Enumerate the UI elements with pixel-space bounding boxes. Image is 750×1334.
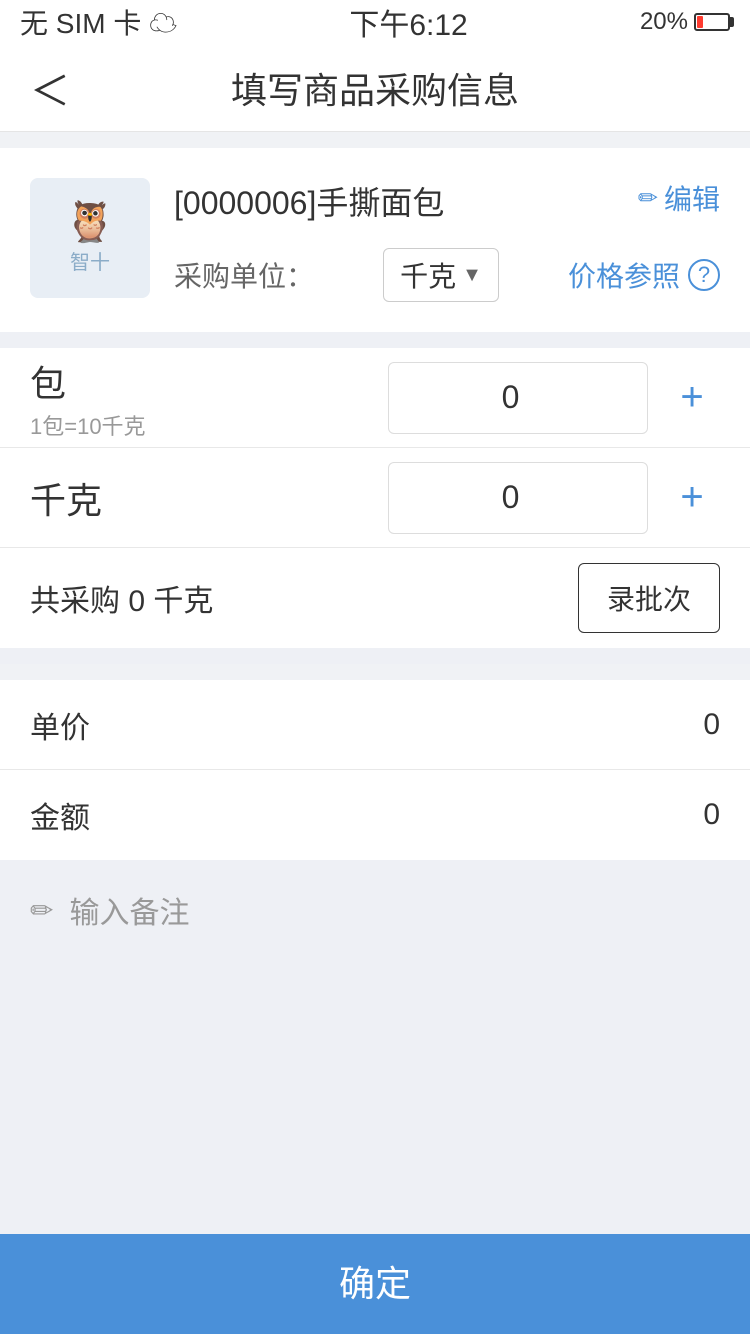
- product-card: 🦉 智十 [0000006]手撕面包 ✏ 编辑 采购单位： 千克 ▼ 价格参照 …: [0, 148, 750, 332]
- price-info-section: 单价 0 金额 0: [0, 680, 750, 860]
- record-batch-button[interactable]: 录批次: [578, 563, 720, 633]
- unit-row: 采购单位： 千克 ▼ 价格参照 ?: [174, 248, 720, 302]
- edit-button[interactable]: ✏ 编辑: [638, 178, 720, 218]
- edit-label: 编辑: [664, 178, 720, 218]
- product-id: [0000006]: [174, 185, 316, 221]
- bag-input-wrap: +: [150, 362, 720, 434]
- kg-label-area: 千克: [30, 472, 150, 524]
- amount-label: 金额: [30, 793, 90, 837]
- battery-percent: 20%: [640, 8, 688, 36]
- unit-value: 千克: [400, 255, 456, 295]
- bag-sublabel: 1包=10千克: [30, 409, 150, 441]
- confirm-button[interactable]: 确定: [0, 1234, 750, 1334]
- amount-row: 金额 0: [0, 770, 750, 860]
- remark-section[interactable]: ✏ 输入备注: [0, 860, 750, 960]
- status-signal: 无 SIM 卡 ☁: [20, 2, 177, 42]
- price-ref-label: 价格参照: [568, 255, 680, 295]
- status-time: 下午6:12: [349, 0, 467, 44]
- separator-1: [0, 332, 750, 348]
- separator-2: [0, 648, 750, 664]
- product-name-row: [0000006]手撕面包 ✏ 编辑: [174, 178, 720, 224]
- bag-input[interactable]: [388, 362, 648, 434]
- product-info: [0000006]手撕面包 ✏ 编辑 采购单位： 千克 ▼ 价格参照 ?: [174, 178, 720, 302]
- dropdown-arrow-icon: ▼: [462, 264, 482, 287]
- status-bar: 无 SIM 卡 ☁ 下午6:12 20%: [0, 0, 750, 44]
- battery-fill: [697, 16, 703, 28]
- product-image: 🦉 智十: [30, 178, 150, 298]
- bag-plus-button[interactable]: +: [664, 370, 720, 426]
- product-logo: 🦉 智十: [50, 208, 130, 268]
- brand-text: 智十: [70, 246, 110, 275]
- product-title: 手撕面包: [316, 185, 444, 221]
- page-title: 填写商品采购信息: [231, 62, 519, 114]
- bag-label-area: 包 1包=10千克: [30, 355, 150, 441]
- status-battery-area: 20%: [640, 8, 730, 36]
- unit-price-value: 0: [703, 708, 720, 742]
- amount-value: 0: [703, 798, 720, 832]
- pencil-icon: ✏: [30, 894, 53, 927]
- kg-input[interactable]: [388, 462, 648, 534]
- help-icon: ?: [688, 259, 720, 291]
- edit-icon: ✏: [638, 184, 658, 213]
- summary-text: 共采购 0 千克: [30, 576, 213, 620]
- kg-plus-button[interactable]: +: [664, 470, 720, 526]
- kg-input-row: 千克 +: [0, 448, 750, 548]
- remark-placeholder: 输入备注: [69, 888, 189, 932]
- unit-price-row: 单价 0: [0, 680, 750, 770]
- kg-input-wrap: +: [150, 462, 720, 534]
- back-button[interactable]: ＜: [20, 49, 80, 127]
- product-name: [0000006]手撕面包: [174, 178, 444, 224]
- nav-bar: ＜ 填写商品采购信息: [0, 44, 750, 132]
- kg-label: 千克: [30, 472, 150, 524]
- owl-icon: 🦉: [65, 202, 115, 242]
- unit-label: 采购单位：: [174, 255, 314, 295]
- price-ref-button[interactable]: 价格参照 ?: [568, 255, 720, 295]
- bag-label: 包: [30, 355, 150, 407]
- battery-icon: [694, 13, 730, 31]
- summary-row: 共采购 0 千克 录批次: [0, 548, 750, 648]
- unit-price-label: 单价: [30, 703, 90, 747]
- bag-input-row: 包 1包=10千克 +: [0, 348, 750, 448]
- input-section: 包 1包=10千克 + 千克 +: [0, 348, 750, 548]
- content-spacer: [0, 960, 750, 1234]
- unit-select[interactable]: 千克 ▼: [383, 248, 499, 302]
